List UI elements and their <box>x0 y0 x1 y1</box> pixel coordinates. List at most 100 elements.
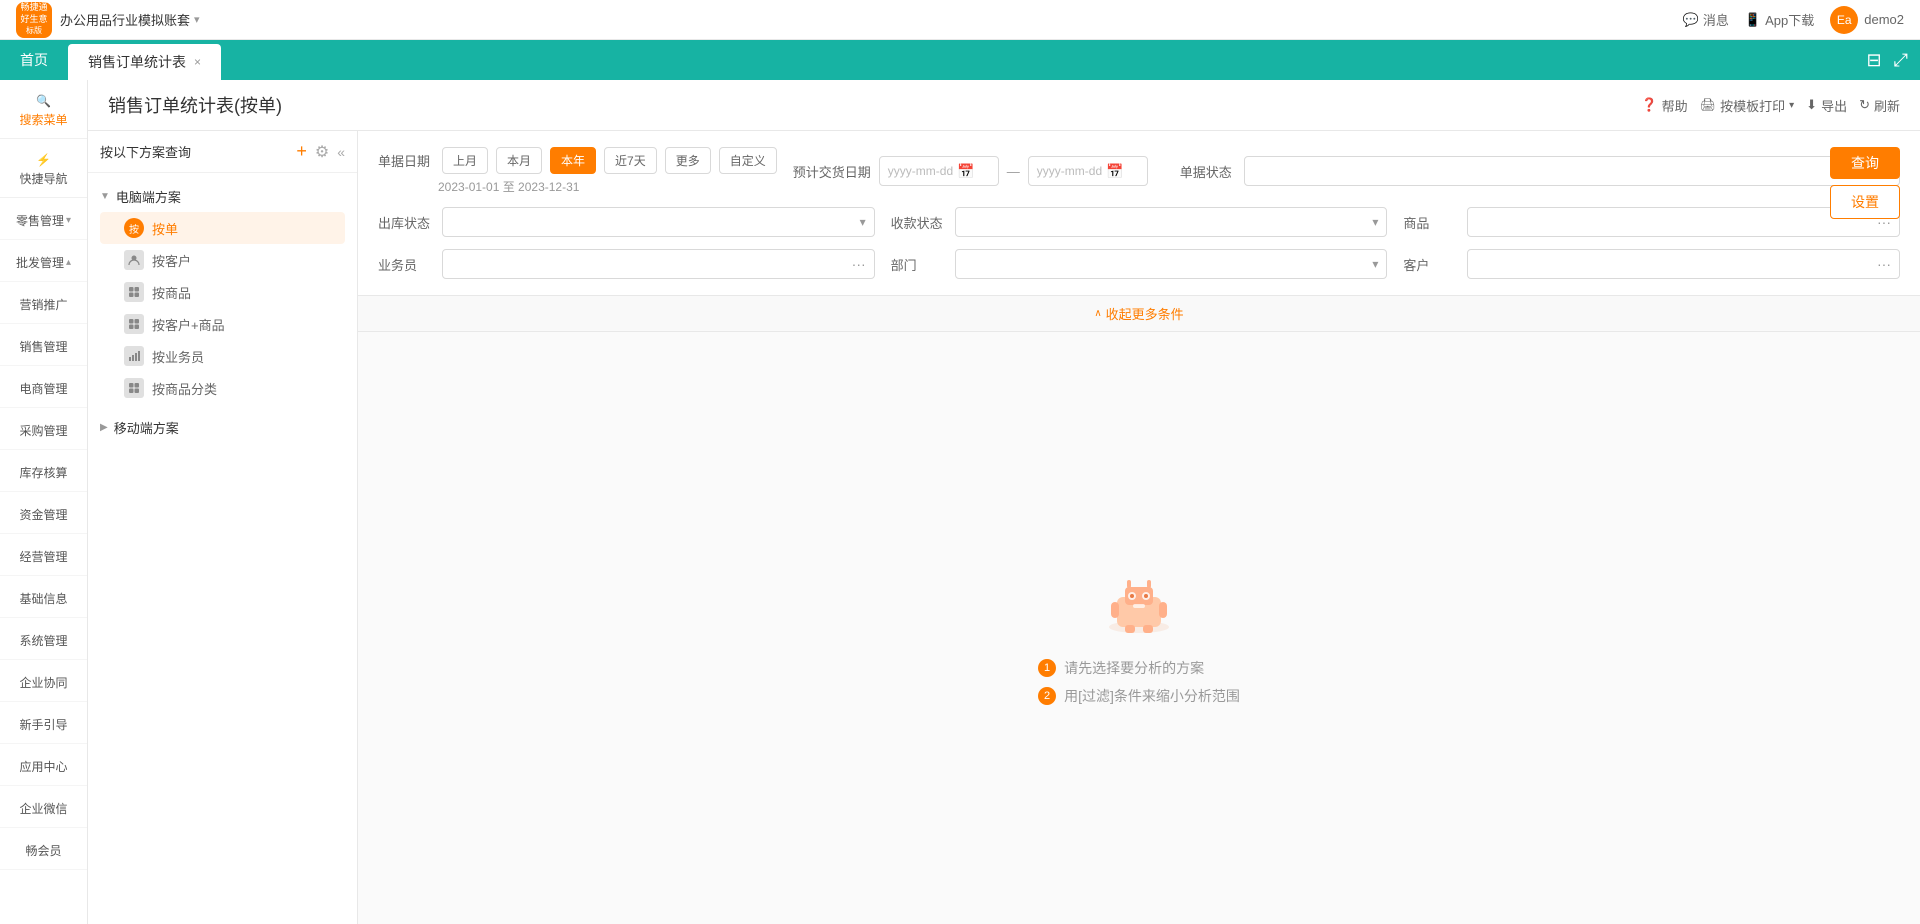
inventory-label: 库存核算 <box>19 464 67 481</box>
empty-illustration <box>1089 542 1189 642</box>
system-label: 系统管理 <box>19 632 67 649</box>
add-scheme-button[interactable]: + <box>296 141 307 162</box>
app-download-button[interactable]: 📱 App下载 <box>1745 10 1814 29</box>
sidebar-item-inventory[interactable]: 库存核算 <box>0 450 87 492</box>
sidebar-item-operations[interactable]: 经营管理 <box>0 534 87 576</box>
predicted-date-end[interactable]: yyyy-mm-dd 📅 <box>1028 156 1148 186</box>
sidebar-search-menu[interactable]: 🔍 搜索菜单 <box>0 80 87 139</box>
hint2-text: 用[过滤]条件来缩小分析范围 <box>1064 686 1240 706</box>
set-button[interactable]: 设置 <box>1830 185 1900 219</box>
export-button[interactable]: ⬇ 导出 <box>1806 96 1847 115</box>
search-menu-label: 搜索菜单 <box>19 111 67 128</box>
app-logo: 畅捷通好生意标版 <box>16 2 52 38</box>
sidebar-item-purchase[interactable]: 采购管理 <box>0 408 87 450</box>
date-range-text: 2023-01-01 至 2023-12-31 <box>438 180 579 194</box>
settings-scheme-button[interactable]: ⚙ <box>315 142 329 162</box>
sidebar-item-finance[interactable]: 资金管理 <box>0 492 87 534</box>
customer-input[interactable]: ··· <box>1467 249 1900 279</box>
tab-minimize-icon[interactable]: ⊟ <box>1867 50 1882 71</box>
query-button[interactable]: 查询 <box>1830 147 1900 179</box>
ecommerce-label: 电商管理 <box>19 380 67 397</box>
message-button[interactable]: 💬 消息 <box>1683 10 1729 29</box>
scheme-label-by-goods: 按商品 <box>152 283 191 302</box>
print-chevron-icon: ▾ <box>1789 100 1794 111</box>
date-start-placeholder: yyyy-mm-dd <box>888 164 953 178</box>
pc-group-title[interactable]: ▼ 电脑端方案 <box>100 181 345 212</box>
sidebar-item-wholesale[interactable]: 批发管理 ▴ <box>0 240 87 282</box>
calendar-start-icon[interactable]: 📅 <box>957 163 974 180</box>
salesman-input[interactable]: ··· <box>442 249 875 279</box>
sidebar-quick-nav[interactable]: ⚡ 快捷导航 <box>0 139 87 198</box>
user-info[interactable]: Ea demo2 <box>1830 6 1904 34</box>
tab-home[interactable]: 首页 <box>0 40 68 80</box>
app-selector[interactable]: 办公用品行业模拟账套 ▾ <box>60 10 200 29</box>
sidebar-item-newuser[interactable]: 新手引导 <box>0 702 87 744</box>
customer-dots-icon[interactable]: ··· <box>1877 256 1891 272</box>
finance-label: 资金管理 <box>19 506 67 523</box>
export-icon: ⬇ <box>1806 97 1817 113</box>
date-btn-this-month[interactable]: 本月 <box>496 147 542 174</box>
calendar-end-icon[interactable]: 📅 <box>1106 163 1123 180</box>
payment-label: 收款状态 <box>891 213 947 232</box>
tab-bar-right: ⊟ ⤢ <box>1855 40 1920 80</box>
status-select[interactable]: ▾ <box>1244 156 1900 186</box>
tab-sales-stat[interactable]: 销售订单统计表 × <box>68 44 221 80</box>
scheme-item-by-cust-goods[interactable]: 按客户+商品 <box>100 308 345 340</box>
sidebar-item-marketing[interactable]: 营销推广 <box>0 282 87 324</box>
scheme-item-by-category[interactable]: 按商品分类 <box>100 372 345 404</box>
filter-dept-item: 部门 ▾ <box>891 249 1388 279</box>
main-layout: 🔍 搜索菜单 ⚡ 快捷导航 零售管理 ▾ 批发管理 ▴ 营销推广 销售管理 电商… <box>0 80 1920 924</box>
date-btn-custom[interactable]: 自定义 <box>719 147 777 174</box>
sidebar-item-appcenter[interactable]: 应用中心 <box>0 744 87 786</box>
date-btn-last-month[interactable]: 上月 <box>442 147 488 174</box>
member-label: 畅会员 <box>25 842 61 859</box>
salesman-dots-icon[interactable]: ··· <box>852 256 866 272</box>
sidebar-item-wechat[interactable]: 企业微信 <box>0 786 87 828</box>
sidebar-item-ecommerce[interactable]: 电商管理 <box>0 366 87 408</box>
date-btn-more[interactable]: 更多 <box>665 147 711 174</box>
sidebar-item-sales[interactable]: 销售管理 <box>0 324 87 366</box>
scheme-panel-title: 按以下方案查询 <box>100 142 191 161</box>
filter-row-3: 业务员 ··· 部门 ▾ <box>378 249 1900 279</box>
scheme-icon-by-cust-goods <box>124 314 144 334</box>
scheme-icon-by-order: 按 <box>124 218 144 238</box>
customer-label: 客户 <box>1403 255 1459 274</box>
scheme-item-by-goods[interactable]: 按商品 <box>100 276 345 308</box>
scheme-item-by-salesman[interactable]: 按业务员 <box>100 340 345 372</box>
sidebar-item-retail[interactable]: 零售管理 ▾ <box>0 198 87 240</box>
date-btn-this-year[interactable]: 本年 <box>550 147 596 174</box>
chevron-icon: ▾ <box>66 215 71 226</box>
predicted-date-start[interactable]: yyyy-mm-dd 📅 <box>879 156 999 186</box>
dept-select[interactable]: ▾ <box>955 249 1388 279</box>
filter-payment-item: 收款状态 ▾ <box>891 207 1388 237</box>
scheme-icon-by-goods <box>124 282 144 302</box>
scheme-item-by-customer[interactable]: 按客户 <box>100 244 345 276</box>
scheme-item-by-order[interactable]: 按 按单 <box>100 212 345 244</box>
search-icon: 🔍 <box>36 94 51 108</box>
date-label: 单据日期 <box>378 151 434 170</box>
tab-close-icon[interactable]: × <box>194 55 201 69</box>
date-btn-last-7days[interactable]: 近7天 <box>604 147 657 174</box>
purchase-label: 采购管理 <box>19 422 67 439</box>
collapse-bar[interactable]: ∧ 收起更多条件 <box>358 296 1920 332</box>
payment-select[interactable]: ▾ <box>955 207 1388 237</box>
marketing-label: 营销推广 <box>19 296 67 313</box>
sidebar-item-enterprise[interactable]: 企业协同 <box>0 660 87 702</box>
date-buttons-group: 上月 本月 本年 近7天 更多 自定义 <box>442 147 777 174</box>
sidebar-item-member[interactable]: 畅会员 <box>0 828 87 870</box>
quick-nav-label: 快捷导航 <box>19 170 67 187</box>
sidebar-item-basic[interactable]: 基础信息 <box>0 576 87 618</box>
filter-status-item: 单据状态 ▾ <box>1180 156 1900 186</box>
help-button[interactable]: ❓ 帮助 <box>1641 96 1687 115</box>
date-end-placeholder: yyyy-mm-dd <box>1037 164 1102 178</box>
collapse-panel-button[interactable]: « <box>337 144 345 160</box>
print-button[interactable]: 🖨 按模板打印 ▾ <box>1700 96 1795 115</box>
wechat-label: 企业微信 <box>19 800 67 817</box>
shipment-select[interactable]: ▾ <box>442 207 875 237</box>
page-title: 销售订单统计表(按单) <box>108 92 282 118</box>
sidebar-item-system[interactable]: 系统管理 <box>0 618 87 660</box>
tab-expand-icon[interactable]: ⤢ <box>1894 50 1908 71</box>
avatar: Ea <box>1830 6 1858 34</box>
refresh-button[interactable]: ↻ 刷新 <box>1859 96 1900 115</box>
mobile-group-title[interactable]: ▶ 移动端方案 <box>88 412 357 443</box>
